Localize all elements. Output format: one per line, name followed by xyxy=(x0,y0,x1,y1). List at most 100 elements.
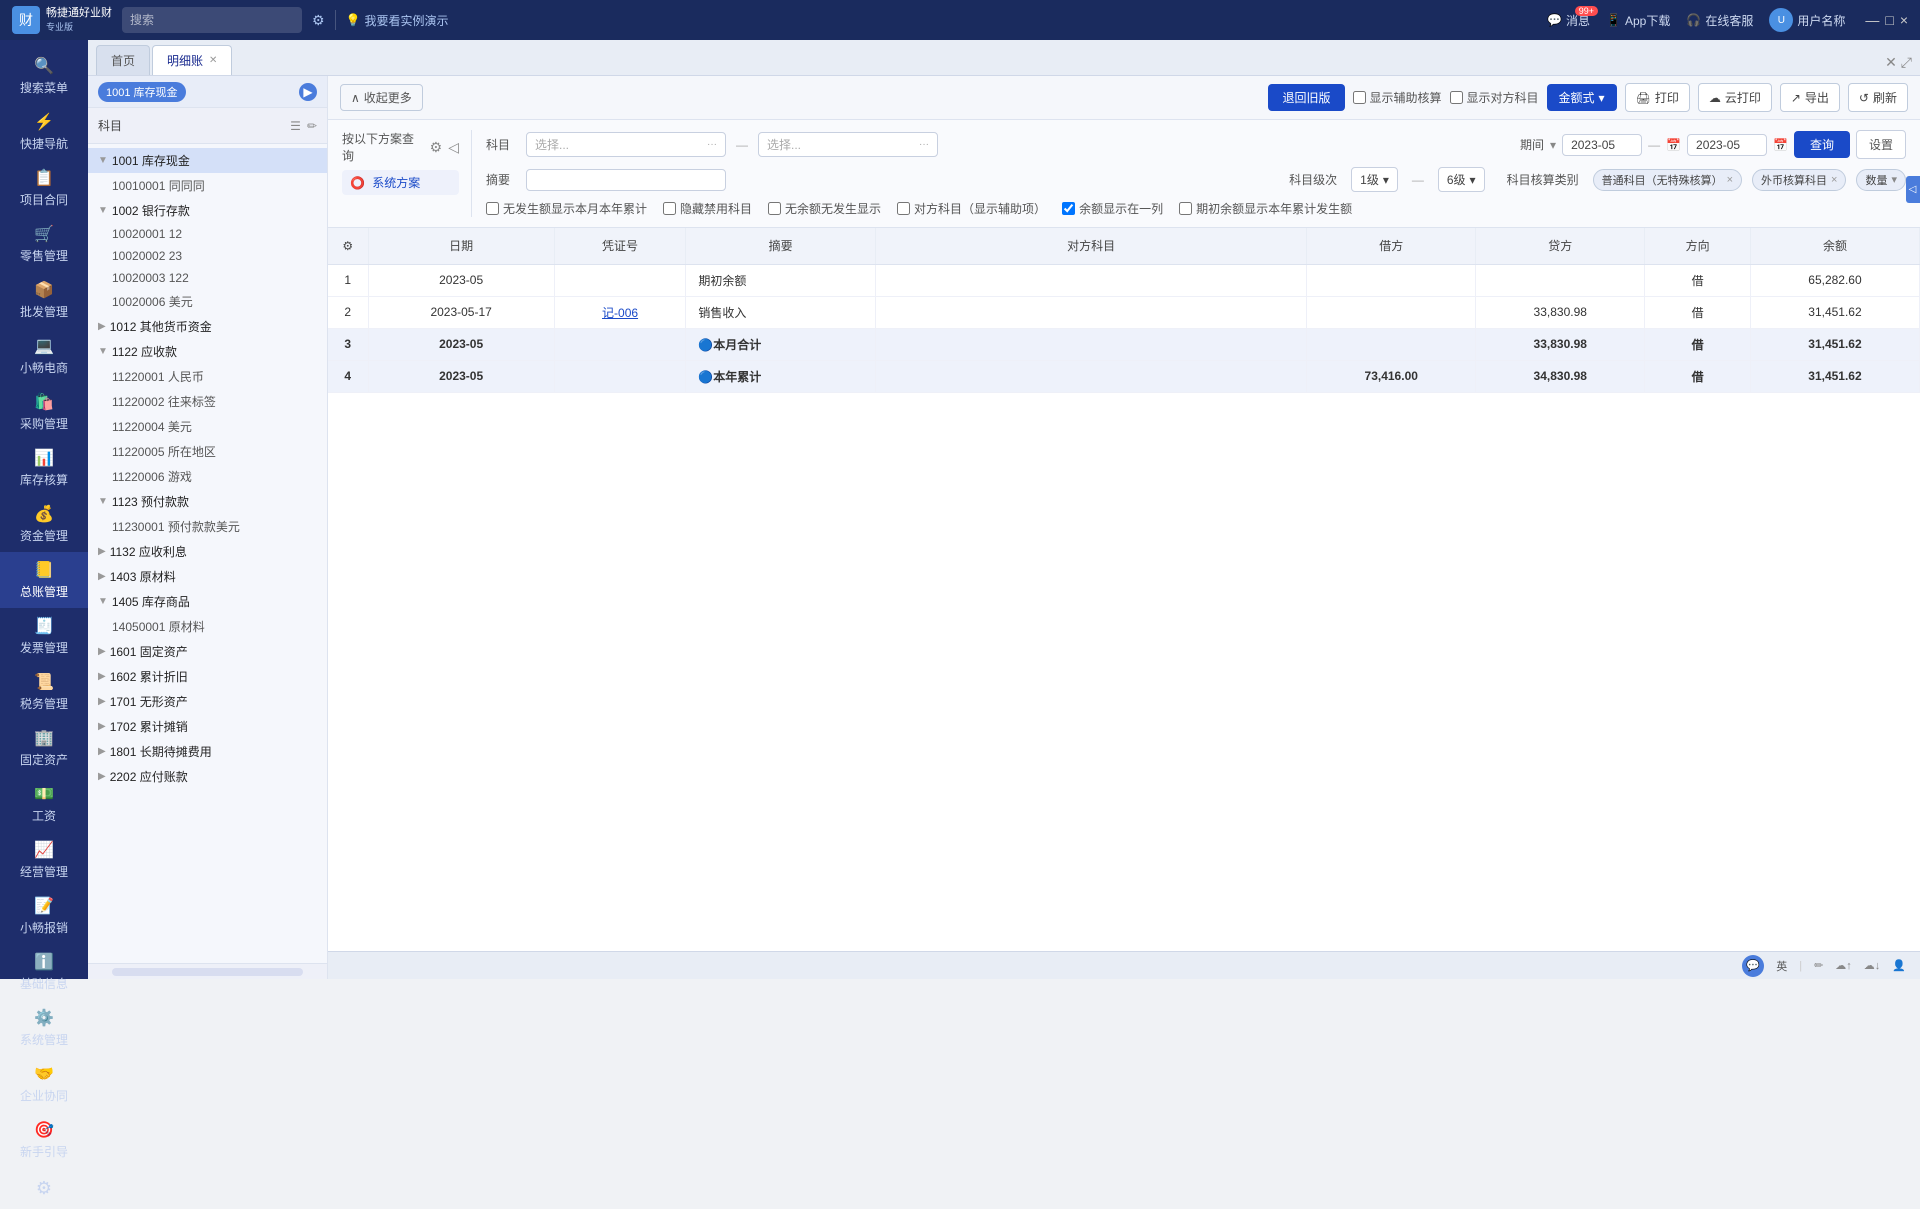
sidebar-item-quick[interactable]: ⚡ 快捷导航 xyxy=(0,104,88,160)
refresh-btn[interactable]: ↺ 刷新 xyxy=(1848,83,1908,112)
account-navigate-btn[interactable]: ▶ xyxy=(299,83,317,101)
show-subject-checkbox[interactable]: 显示对方科目 xyxy=(1450,89,1539,106)
checkbox-no-balance2[interactable]: 无余额无发生显示 xyxy=(768,200,881,217)
checkbox-opening[interactable]: 期初余额显示本年累计发生额 xyxy=(1179,200,1352,217)
tree-item-1002[interactable]: ▼ 1002 银行存款 xyxy=(88,198,327,223)
settings-icon[interactable]: ⚙ xyxy=(312,12,325,29)
sidebar-item-assets[interactable]: 🏢 固定资产 xyxy=(0,720,88,776)
period-start[interactable] xyxy=(1562,134,1642,156)
sidebar-item-search[interactable]: 🔍 搜索菜单 xyxy=(0,48,88,104)
tree-item-11220004[interactable]: 11220004 美元 xyxy=(88,414,327,439)
amount-format-btn[interactable]: 金额式 ▾ xyxy=(1547,84,1617,111)
subject-check[interactable] xyxy=(1450,91,1463,104)
checkbox-hide-disabled[interactable]: 隐藏禁用科目 xyxy=(663,200,752,217)
left-panel-scroll[interactable] xyxy=(88,963,327,979)
tree-item-1601[interactable]: ▶ 1601 固定资产 xyxy=(88,639,327,664)
summary-input[interactable] xyxy=(526,169,726,191)
demo-link[interactable]: 💡 我要看实例演示 xyxy=(346,12,449,29)
search-input[interactable] xyxy=(122,7,302,33)
tag-normal-remove[interactable]: × xyxy=(1727,174,1733,186)
sidebar-item-tax[interactable]: 📜 税务管理 xyxy=(0,664,88,720)
tree-item-10020003[interactable]: 10020003 122 xyxy=(88,267,327,289)
tree-item-1001[interactable]: ▼ 1001 库存现金 xyxy=(88,148,327,173)
sidebar-item-basic[interactable]: ℹ️ 基础信息 xyxy=(0,944,88,1000)
period-end[interactable] xyxy=(1687,134,1767,156)
expand-btn[interactable]: ∧ 收起更多 xyxy=(340,84,423,111)
tree-item-1602[interactable]: ▶ 1602 累计折旧 xyxy=(88,664,327,689)
tree-item-11220005[interactable]: 11220005 所在地区 xyxy=(88,439,327,464)
tag-foreign-remove[interactable]: × xyxy=(1831,174,1837,186)
show-assist-checkbox[interactable]: 显示辅助核算 xyxy=(1353,89,1442,106)
tree-item-10020006[interactable]: 10020006 美元 xyxy=(88,289,327,314)
sidebar-item-wholesale[interactable]: 📦 批发管理 xyxy=(0,272,88,328)
print-btn[interactable]: 🖨 打印 xyxy=(1625,83,1690,112)
checkbox-no-balance[interactable]: 无发生额显示本月本年累计 xyxy=(486,200,647,217)
sidebar-item-salary[interactable]: 💵 工资 xyxy=(0,776,88,832)
message-btn[interactable]: 💬 消息 99+ xyxy=(1547,12,1590,29)
tree-item-11220001[interactable]: 11220001 人民币 xyxy=(88,364,327,389)
tree-item-10020001[interactable]: 10020001 12 xyxy=(88,223,327,245)
export-btn[interactable]: ↗ 导出 xyxy=(1780,83,1840,112)
tree-item-1132[interactable]: ▶ 1132 应收利息 xyxy=(88,539,327,564)
user-profile[interactable]: U 用户名称 xyxy=(1769,8,1845,32)
sidebar-item-inventory[interactable]: 📊 库存核算 xyxy=(0,440,88,496)
tree-item-11230001[interactable]: 11230001 预付款款美元 xyxy=(88,514,327,539)
scheme-collapse-icon[interactable]: ◁ xyxy=(448,139,459,156)
scheme-settings-icon[interactable]: ⚙ xyxy=(430,139,443,156)
tree-item-1403[interactable]: ▶ 1403 原材料 xyxy=(88,564,327,589)
tag-quantity[interactable]: 数量 ▾ xyxy=(1856,169,1906,191)
assist-check[interactable] xyxy=(1353,91,1366,104)
tree-item-1012[interactable]: ▶ 1012 其他货币资金 xyxy=(88,314,327,339)
tree-item-1701[interactable]: ▶ 1701 无形资产 xyxy=(88,689,327,714)
sidebar-item-ecommerce[interactable]: 💻 小畅电商 xyxy=(0,328,88,384)
sidebar-item-ledger[interactable]: 📒 总账管理 xyxy=(0,552,88,608)
tree-item-1122[interactable]: ▼ 1122 应收款 xyxy=(88,339,327,364)
minimize-btn[interactable]: — xyxy=(1865,12,1879,28)
sidebar-item-retail[interactable]: 🛒 零售管理 xyxy=(0,216,88,272)
query-btn[interactable]: 查询 xyxy=(1794,131,1850,158)
sidebar-settings-btn[interactable]: ⚙ xyxy=(0,1168,88,1209)
tree-item-11220002[interactable]: 11220002 往来标签 xyxy=(88,389,327,414)
tree-item-10010001[interactable]: 10010001 同同同 xyxy=(88,173,327,198)
subject-input2[interactable]: 选择... ··· xyxy=(758,132,938,157)
tab-home[interactable]: 首页 xyxy=(96,45,150,75)
back-to-old-btn[interactable]: 退回旧版 xyxy=(1268,84,1344,111)
sidebar-item-cooperation[interactable]: 🤝 企业协同 xyxy=(0,1056,88,1112)
tree-item-1405[interactable]: ▼ 1405 库存商品 xyxy=(88,589,327,614)
app-download-btn[interactable]: 📱 App下载 xyxy=(1606,12,1670,29)
selected-account-tag[interactable]: 1001 库存现金 xyxy=(98,82,186,102)
sidebar-item-report[interactable]: 📝 小畅报销 xyxy=(0,888,88,944)
th-settings[interactable]: ⚙ xyxy=(328,228,368,264)
tree-item-11220006[interactable]: 11220006 游戏 xyxy=(88,464,327,489)
checkbox-contra[interactable]: 对方科目（显示辅助项） xyxy=(897,200,1046,217)
tree-item-14050001[interactable]: 14050001 原材料 xyxy=(88,614,327,639)
level-to-select[interactable]: 6级 ▾ xyxy=(1438,167,1485,192)
tree-item-1123[interactable]: ▼ 1123 预付款款 xyxy=(88,489,327,514)
cloud-upload-icon[interactable]: ☁↑ xyxy=(1835,959,1852,972)
sidebar-item-project[interactable]: 📋 项目合同 xyxy=(0,160,88,216)
close-window-icon[interactable]: ✕ xyxy=(1885,54,1897,71)
settings-btn-panel[interactable]: 设置 xyxy=(1856,130,1906,159)
sidebar-item-purchase[interactable]: 🛍️ 采购管理 xyxy=(0,384,88,440)
calendar-icon-left[interactable]: 📅 xyxy=(1666,138,1681,152)
user-bottom-icon[interactable]: 👤 xyxy=(1892,959,1906,972)
list-icon[interactable]: ☰ xyxy=(290,119,301,133)
close-btn[interactable]: × xyxy=(1900,12,1908,28)
subject-input[interactable]: 选择... ··· xyxy=(526,132,726,157)
right-collapse-tab[interactable]: ◁ xyxy=(1906,176,1920,203)
tab-detail-close[interactable]: ✕ xyxy=(209,55,217,66)
checkbox-balance-col[interactable]: 余额显示在一列 xyxy=(1062,200,1163,217)
edit-bottom-icon[interactable]: ✏ xyxy=(1814,959,1823,972)
cloud-print-btn[interactable]: ☁ 云打印 xyxy=(1698,83,1772,112)
chat-bot-icon[interactable]: 💬 xyxy=(1742,955,1764,977)
edit-icon[interactable]: ✏ xyxy=(307,119,317,133)
tree-item-1801[interactable]: ▶ 1801 长期待摊费用 xyxy=(88,739,327,764)
tag-normal[interactable]: 普通科目（无特殊核算） × xyxy=(1593,169,1742,191)
tree-item-2202[interactable]: ▶ 2202 应付账款 xyxy=(88,764,327,789)
expand-window-icon[interactable]: ⤢ xyxy=(1901,54,1912,71)
tab-detail[interactable]: 明细账 ✕ xyxy=(152,45,232,75)
tree-item-10020002[interactable]: 10020002 23 xyxy=(88,245,327,267)
maximize-btn[interactable]: □ xyxy=(1885,12,1893,28)
lang-label[interactable]: 英 xyxy=(1776,958,1787,974)
sidebar-item-guide[interactable]: 🎯 新手引导 xyxy=(0,1112,88,1168)
